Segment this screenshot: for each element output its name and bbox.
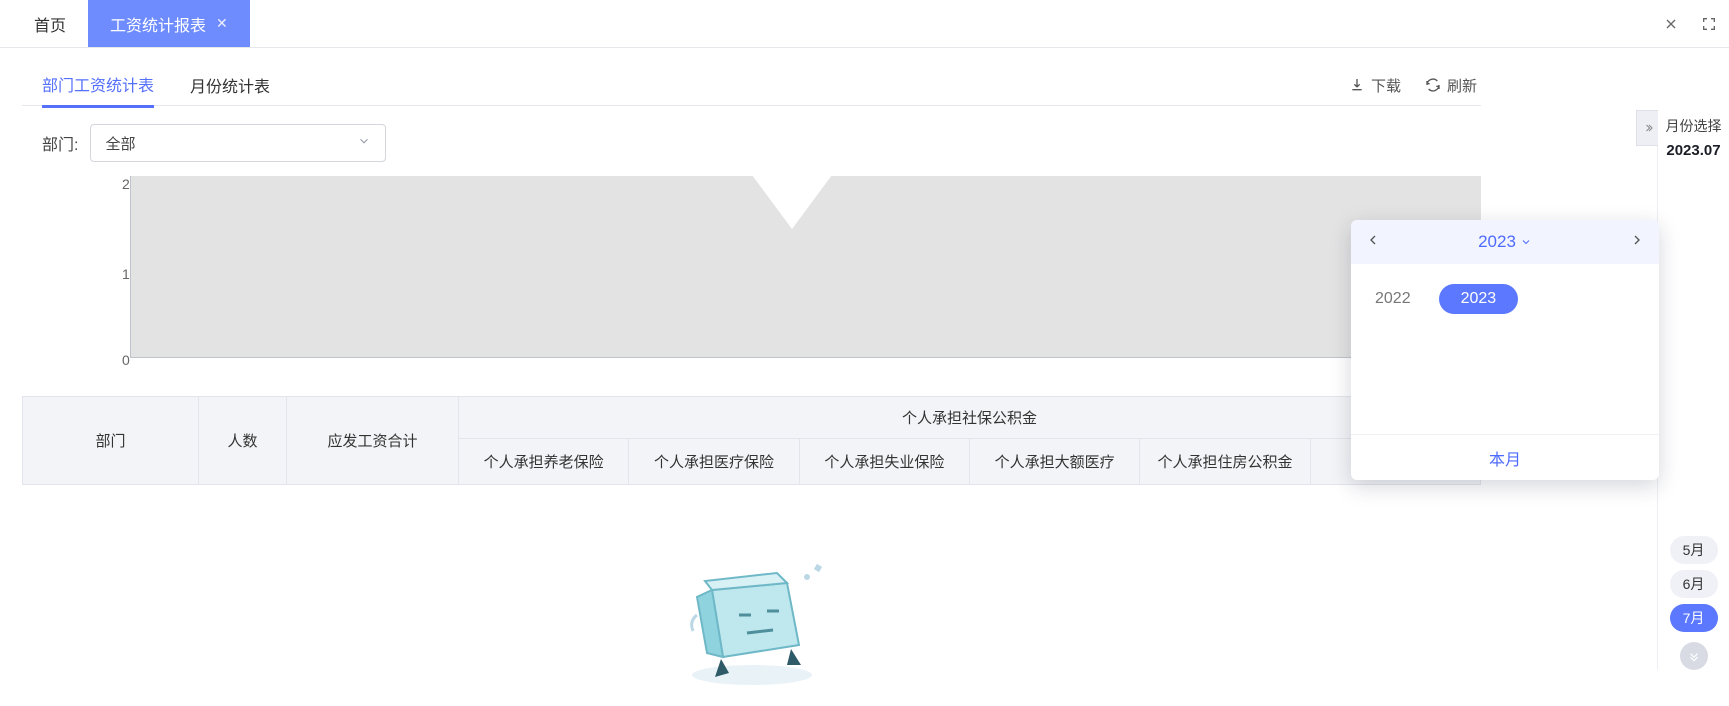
chart-fill [130, 176, 1481, 358]
year-options: 2022 2023 [1351, 264, 1659, 434]
col-dept: 部门 [23, 397, 199, 485]
year-current-button[interactable]: 2023 [1478, 232, 1532, 252]
dept-select-value: 全部 [105, 133, 135, 154]
tab-dept-salary[interactable]: 部门工资统计表 [42, 62, 154, 108]
scroll-down-icon[interactable] [1680, 642, 1708, 670]
col-group-personal-ss: 个人承担社保公积金 [459, 397, 1481, 439]
tab-month-stat[interactable]: 月份统计表 [190, 63, 270, 106]
chart-area: 200 100 0 [78, 176, 1481, 372]
top-tab-home-label: 首页 [34, 12, 66, 36]
year-prev-icon[interactable] [1365, 232, 1381, 252]
top-tab-salary-report-label: 工资统计报表 [110, 12, 206, 36]
refresh-button[interactable]: 刷新 [1425, 75, 1477, 96]
col-unemployment: 个人承担失业保险 [799, 439, 969, 485]
empty-illustration [667, 545, 837, 695]
month-side-panel: 月份选择 2023.07 5月 6月 7月 [1657, 110, 1729, 670]
col-pension: 个人承担养老保险 [459, 439, 629, 485]
empty-state [22, 485, 1481, 695]
year-option-2023[interactable]: 2023 [1439, 284, 1519, 314]
month-pill-6[interactable]: 6月 [1670, 570, 1718, 598]
col-count: 人数 [199, 397, 287, 485]
page-body: 部门工资统计表 月份统计表 下载 刷新 部门: 全部 200 100 0 [0, 48, 1729, 706]
chevron-down-icon [1520, 236, 1532, 248]
salary-table: 部门 人数 应发工资合计 个人承担社保公积金 个人承担养老保险 个人承担医疗保险… [22, 396, 1481, 695]
close-all-tabs-icon[interactable] [1659, 12, 1683, 36]
col-housing-fund: 个人承担住房公积金 [1140, 439, 1310, 485]
dept-label: 部门: [42, 131, 78, 155]
top-tab-bar: 首页 工资统计报表 ✕ [0, 0, 1729, 48]
chart-dip [752, 175, 832, 229]
sub-actions: 下载 刷新 [1349, 64, 1477, 106]
sub-tab-bar: 部门工资统计表 月份统计表 下载 刷新 [22, 64, 1481, 106]
month-panel-title: 月份选择 [1666, 116, 1722, 136]
collapse-side-panel-button[interactable] [1636, 110, 1658, 146]
top-right-actions [1659, 0, 1721, 48]
col-major-medical: 个人承担大额医疗 [969, 439, 1139, 485]
refresh-label: 刷新 [1447, 75, 1477, 96]
top-tab-salary-report[interactable]: 工资统计报表 ✕ [88, 0, 250, 47]
year-option-2022[interactable]: 2022 [1375, 290, 1411, 308]
top-tab-home[interactable]: 首页 [12, 0, 88, 47]
col-medical: 个人承担医疗保险 [629, 439, 799, 485]
year-picker-popover: 2023 2022 2023 本月 [1351, 220, 1659, 480]
refresh-icon [1425, 77, 1441, 93]
close-icon[interactable]: ✕ [216, 15, 228, 32]
dept-select[interactable]: 全部 [90, 124, 386, 162]
download-button[interactable]: 下载 [1349, 75, 1401, 96]
year-current-label: 2023 [1478, 232, 1516, 252]
year-next-icon[interactable] [1629, 232, 1645, 252]
filter-row: 部门: 全部 [22, 106, 1729, 176]
fullscreen-icon[interactable] [1697, 12, 1721, 36]
col-gross: 应发工资合计 [287, 397, 459, 485]
chevron-down-icon [357, 134, 371, 152]
year-picker-header: 2023 [1351, 220, 1659, 264]
month-panel-value: 2023.07 [1666, 142, 1720, 159]
month-pill-7[interactable]: 7月 [1670, 604, 1718, 632]
download-icon [1349, 77, 1365, 93]
month-pill-5[interactable]: 5月 [1670, 536, 1718, 564]
year-picker-this-month-button[interactable]: 本月 [1351, 434, 1659, 480]
download-label: 下载 [1371, 75, 1401, 96]
